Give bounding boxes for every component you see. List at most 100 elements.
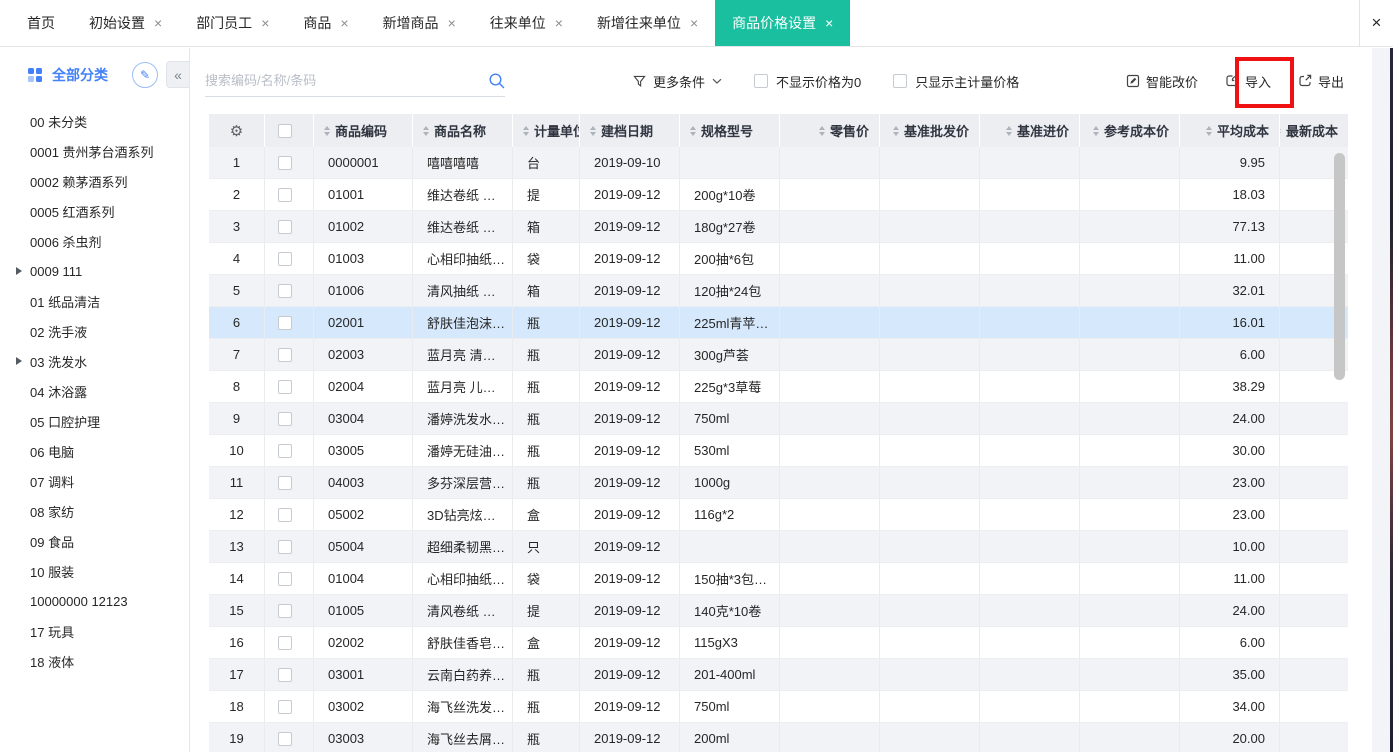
tab-close-icon[interactable]: × — [555, 16, 563, 30]
cell-reference-cost[interactable] — [1080, 435, 1180, 466]
cell-reference-cost[interactable] — [1080, 339, 1180, 370]
category-item[interactable]: 04 沐浴露 — [0, 376, 189, 406]
sort-icon[interactable] — [819, 126, 825, 136]
cell-base-wholesale-price[interactable] — [880, 307, 980, 338]
cell-reference-cost[interactable] — [1080, 691, 1180, 722]
header-base-wholesale-price[interactable]: 基准批发价 — [880, 114, 980, 147]
tab-close-icon[interactable]: × — [448, 16, 456, 30]
table-row[interactable]: 3 01002 维达卷纸 … 箱 2019-09-12 180g*27卷 77.… — [209, 211, 1348, 243]
cell-base-purchase-price[interactable] — [980, 339, 1080, 370]
cell-retail-price[interactable] — [780, 371, 880, 402]
nav-tab[interactable]: 往来单位 × — [473, 0, 580, 46]
header-product-name[interactable]: 商品名称 — [413, 114, 513, 147]
cell-retail-price[interactable] — [780, 467, 880, 498]
cell-base-purchase-price[interactable] — [980, 563, 1080, 594]
cell-base-purchase-price[interactable] — [980, 275, 1080, 306]
cell-base-wholesale-price[interactable] — [880, 403, 980, 434]
checkbox-icon[interactable] — [278, 444, 292, 458]
table-row[interactable]: 10 03005 潘婷无硅油… 瓶 2019-09-12 530ml 30.00 — [209, 435, 1348, 467]
cell-retail-price[interactable] — [780, 403, 880, 434]
cell-base-purchase-price[interactable] — [980, 595, 1080, 626]
import-button[interactable]: 导入 — [1225, 72, 1271, 91]
checkbox-icon[interactable] — [278, 636, 292, 650]
cell-reference-cost[interactable] — [1080, 659, 1180, 690]
cell-base-wholesale-price[interactable] — [880, 659, 980, 690]
cell-base-wholesale-price[interactable] — [880, 339, 980, 370]
table-row[interactable]: 5 01006 清风抽纸 … 箱 2019-09-12 120抽*24包 32.… — [209, 275, 1348, 307]
cell-retail-price[interactable] — [780, 179, 880, 210]
cell-base-purchase-price[interactable] — [980, 147, 1080, 178]
category-item[interactable]: 17 玩具 — [0, 616, 189, 646]
sort-icon[interactable] — [423, 126, 429, 136]
cell-reference-cost[interactable] — [1080, 499, 1180, 530]
table-row[interactable]: 9 03004 潘婷洗发水… 瓶 2019-09-12 750ml 24.00 — [209, 403, 1348, 435]
cell-base-wholesale-price[interactable] — [880, 275, 980, 306]
cell-base-purchase-price[interactable] — [980, 307, 1080, 338]
cell-base-wholesale-price[interactable] — [880, 627, 980, 658]
category-item[interactable]: 05 口腔护理 — [0, 406, 189, 436]
category-item[interactable]: 02 洗手液 — [0, 316, 189, 346]
cell-reference-cost[interactable] — [1080, 563, 1180, 594]
header-latest-cost[interactable]: 最新成本 — [1280, 114, 1348, 147]
header-retail-price[interactable]: 零售价 — [780, 114, 880, 147]
cell-reference-cost[interactable] — [1080, 403, 1180, 434]
nav-tab[interactable]: 新增往来单位 × — [580, 0, 715, 46]
search-input[interactable] — [205, 73, 488, 88]
cell-retail-price[interactable] — [780, 627, 880, 658]
cell-reference-cost[interactable] — [1080, 467, 1180, 498]
checkbox-icon[interactable] — [893, 74, 907, 88]
cell-base-purchase-price[interactable] — [980, 403, 1080, 434]
cell-base-purchase-price[interactable] — [980, 243, 1080, 274]
cell-base-purchase-price[interactable] — [980, 435, 1080, 466]
cell-base-purchase-price[interactable] — [980, 371, 1080, 402]
table-row[interactable]: 11 04003 多芬深层营… 瓶 2019-09-12 1000g 23.00 — [209, 467, 1348, 499]
sort-icon[interactable] — [523, 126, 529, 136]
sort-icon[interactable] — [590, 126, 596, 136]
header-base-purchase-price[interactable]: 基准进价 — [980, 114, 1080, 147]
header-create-date[interactable]: 建档日期 — [580, 114, 680, 147]
cell-retail-price[interactable] — [780, 595, 880, 626]
cell-reference-cost[interactable] — [1080, 307, 1180, 338]
table-row[interactable]: 14 01004 心相印抽纸… 袋 2019-09-12 150抽*3包… 11… — [209, 563, 1348, 595]
export-button[interactable]: 导出 — [1298, 72, 1344, 91]
header-product-code[interactable]: 商品编码 — [314, 114, 413, 147]
category-item[interactable]: 0005 红酒系列 — [0, 196, 189, 226]
cell-base-wholesale-price[interactable] — [880, 179, 980, 210]
hide-zero-price-checkbox[interactable]: 不显示价格为0 — [754, 72, 861, 91]
sort-icon[interactable] — [324, 126, 330, 136]
cell-retail-price[interactable] — [780, 531, 880, 562]
cell-retail-price[interactable] — [780, 243, 880, 274]
cell-base-wholesale-price[interactable] — [880, 691, 980, 722]
cell-retail-price[interactable] — [780, 435, 880, 466]
nav-tab[interactable]: 商品 × — [286, 0, 365, 46]
table-row[interactable]: 19 03003 海飞丝去屑… 瓶 2019-09-12 200ml 20.00 — [209, 723, 1348, 752]
cell-retail-price[interactable] — [780, 691, 880, 722]
cell-base-wholesale-price[interactable] — [880, 371, 980, 402]
table-row[interactable]: 7 02003 蓝月亮 清… 瓶 2019-09-12 300g芦荟 6.00 — [209, 339, 1348, 371]
sort-icon[interactable] — [1280, 126, 1281, 136]
tab-close-icon[interactable]: × — [261, 16, 269, 30]
checkbox-icon[interactable] — [278, 476, 292, 490]
table-row[interactable]: 18 03002 海飞丝洗发… 瓶 2019-09-12 750ml 34.00 — [209, 691, 1348, 723]
cell-reference-cost[interactable] — [1080, 147, 1180, 178]
category-item[interactable]: 0001 贵州茅台酒系列 — [0, 136, 189, 166]
checkbox-icon[interactable] — [278, 668, 292, 682]
cell-base-wholesale-price[interactable] — [880, 243, 980, 274]
cell-base-wholesale-price[interactable] — [880, 595, 980, 626]
search-icon[interactable] — [488, 72, 505, 89]
checkbox-icon[interactable] — [278, 252, 292, 266]
edit-categories-button[interactable]: ✎ — [132, 62, 158, 88]
table-row[interactable]: 4 01003 心相印抽纸… 袋 2019-09-12 200抽*6包 11.0… — [209, 243, 1348, 275]
cell-base-purchase-price[interactable] — [980, 627, 1080, 658]
cell-base-purchase-price[interactable] — [980, 659, 1080, 690]
category-item[interactable]: 09 食品 — [0, 526, 189, 556]
main-unit-only-checkbox[interactable]: 只显示主计量价格 — [893, 72, 1019, 91]
sort-icon[interactable] — [893, 126, 899, 136]
table-row[interactable]: 2 01001 维达卷纸 … 提 2019-09-12 200g*10卷 18.… — [209, 179, 1348, 211]
checkbox-icon[interactable] — [278, 572, 292, 586]
checkbox-icon[interactable] — [278, 380, 292, 394]
cell-base-purchase-price[interactable] — [980, 499, 1080, 530]
header-unit[interactable]: 计量单位 — [513, 114, 580, 147]
cell-retail-price[interactable] — [780, 275, 880, 306]
checkbox-icon[interactable] — [278, 348, 292, 362]
